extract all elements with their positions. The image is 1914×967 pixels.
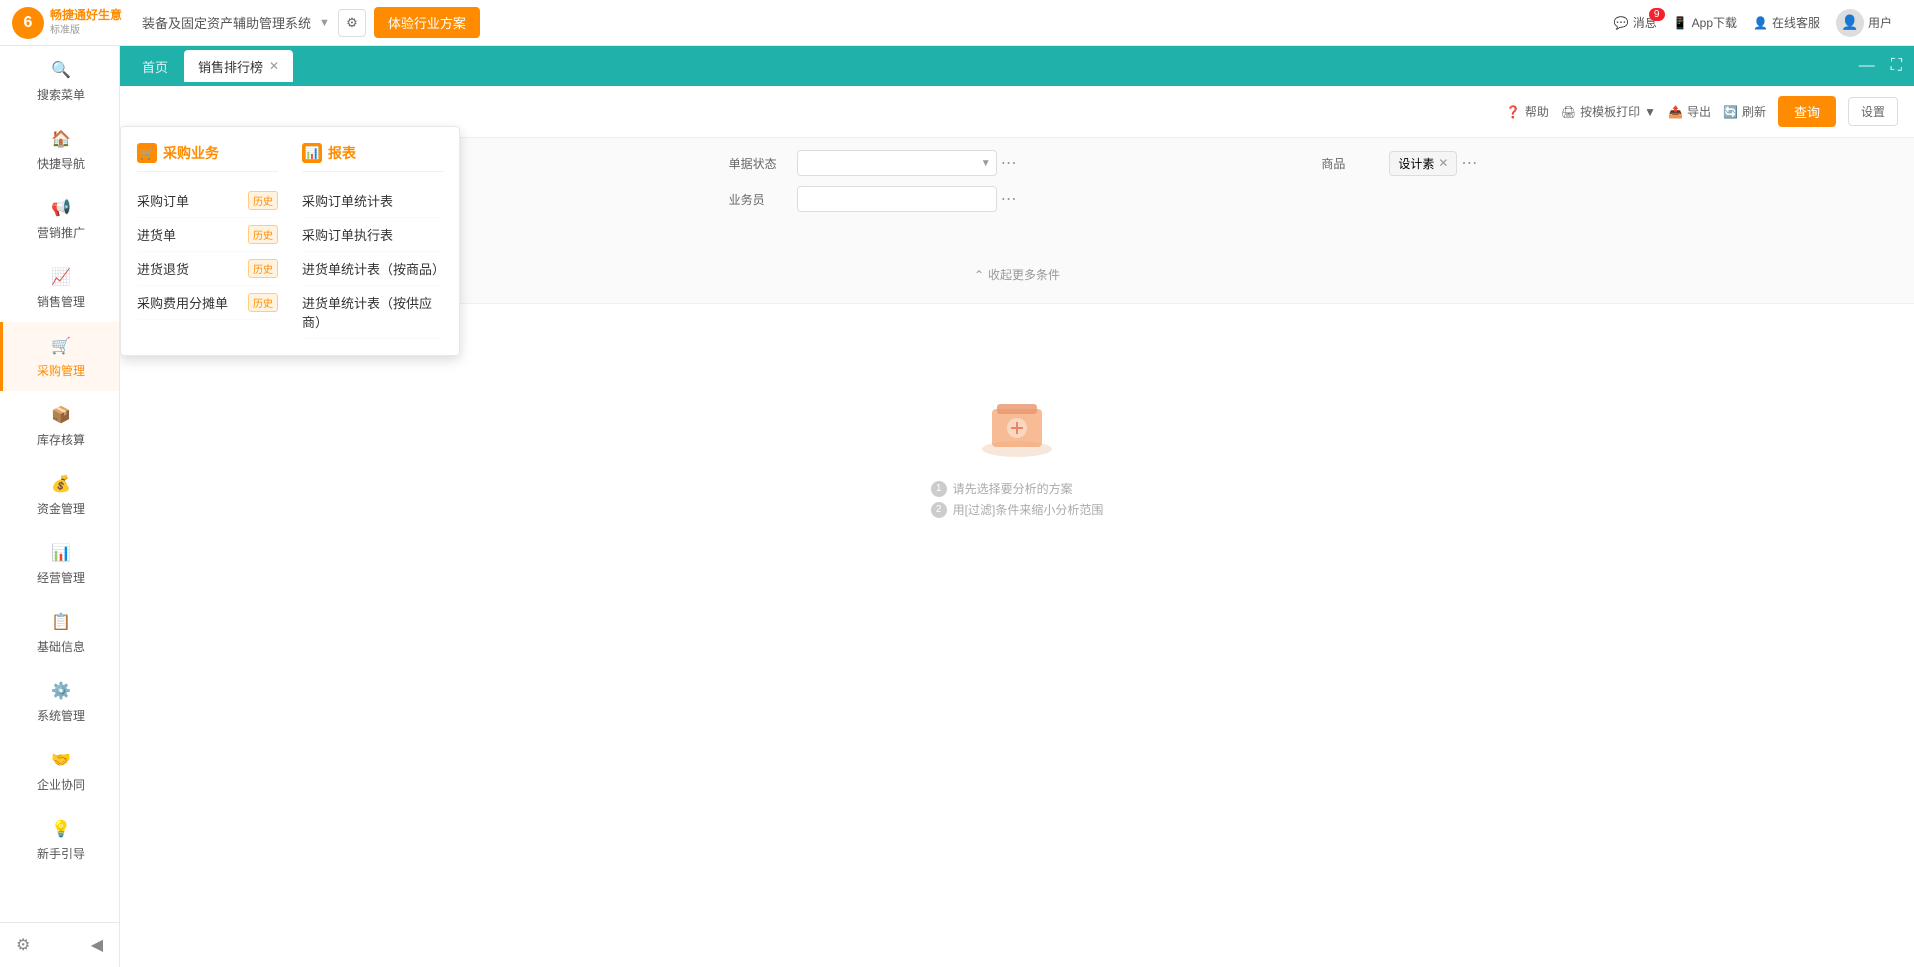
dropdown-item-purchase-order[interactable]: 采购订单 历史 bbox=[137, 184, 278, 218]
purchase-order-history-badge: 历史 bbox=[248, 191, 278, 210]
dropdown-item-incoming-stat-supplier[interactable]: 进货单统计表（按供应商） bbox=[302, 286, 443, 339]
incoming-stat-supplier-label: 进货单统计表（按供应商） bbox=[302, 293, 443, 331]
report-col-header: 📊 报表 bbox=[302, 143, 443, 172]
report-col: 📊 报表 采购订单统计表 采购订单执行表 进货单统计表（按商品） bbox=[302, 143, 443, 339]
dropdown-item-order-exec[interactable]: 采购订单执行表 bbox=[302, 218, 443, 252]
order-exec-label: 采购订单执行表 bbox=[302, 225, 393, 244]
dropdown-item-incoming[interactable]: 进货单 历史 bbox=[137, 218, 278, 252]
purchase-dropdown-menu: 🛒 采购业务 采购订单 历史 进货单 历史 进货退货 bbox=[120, 126, 460, 356]
dropdown-item-incoming-stat-goods[interactable]: 进货单统计表（按商品） bbox=[302, 252, 443, 286]
purchase-col-title: 采购业务 bbox=[163, 143, 219, 163]
dropdown-item-expense[interactable]: 采购费用分摊单 历史 bbox=[137, 286, 278, 320]
expense-history-badge: 历史 bbox=[248, 293, 278, 312]
dropdown-item-order-stat[interactable]: 采购订单统计表 bbox=[302, 184, 443, 218]
app-body: 🔍 搜索菜单 🏠 快捷导航 📢 营销推广 📈 销售管理 🛒 采购管理 📦 库存核… bbox=[0, 46, 1914, 967]
incoming-history-badge: 历史 bbox=[248, 225, 278, 244]
expense-label: 采购费用分摊单 bbox=[137, 293, 228, 312]
dropdown-cols: 🛒 采购业务 采购订单 历史 进货单 历史 进货退货 bbox=[137, 143, 443, 339]
return-label: 进货退货 bbox=[137, 259, 189, 278]
main-content: 首页 销售排行榜 ✕ — ⛶ 🛒 bbox=[120, 46, 1914, 967]
incoming-stat-goods-label: 进货单统计表（按商品） bbox=[302, 259, 443, 278]
purchase-order-label: 采购订单 bbox=[137, 191, 189, 210]
order-stat-label: 采购订单统计表 bbox=[302, 191, 393, 210]
page-content: 🛒 采购业务 采购订单 历史 进货单 历史 进货退货 bbox=[120, 86, 1914, 967]
return-history-badge: 历史 bbox=[248, 259, 278, 278]
purchase-col-header: 🛒 采购业务 bbox=[137, 143, 278, 172]
purchase-business-col: 🛒 采购业务 采购订单 历史 进货单 历史 进货退货 bbox=[137, 143, 278, 339]
incoming-label: 进货单 bbox=[137, 225, 176, 244]
report-col-icon: 📊 bbox=[302, 143, 322, 163]
dropdown-item-return[interactable]: 进货退货 历史 bbox=[137, 252, 278, 286]
report-col-title: 报表 bbox=[328, 143, 356, 163]
purchase-col-icon: 🛒 bbox=[137, 143, 157, 163]
